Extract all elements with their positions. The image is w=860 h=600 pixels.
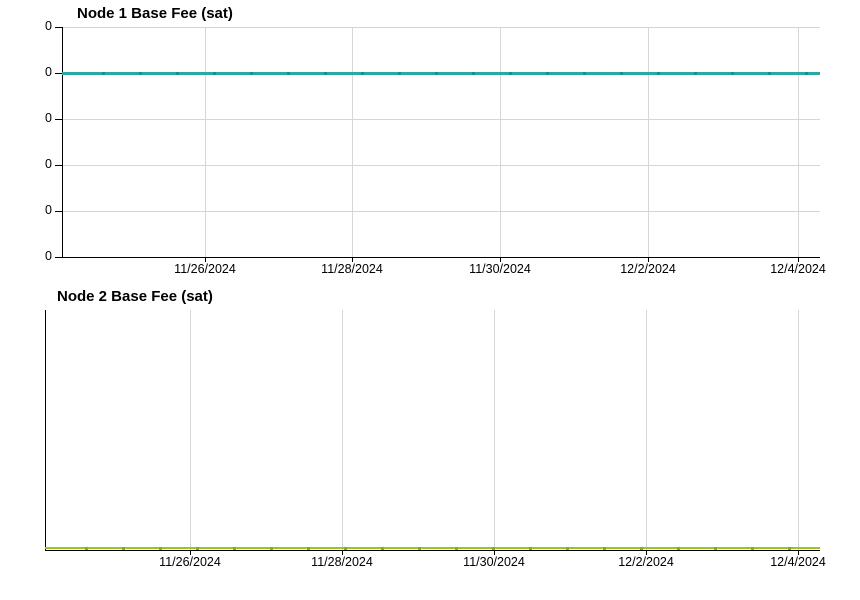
series-marker — [307, 546, 310, 550]
y-tick-mark — [55, 165, 62, 166]
series-marker — [492, 546, 495, 550]
series-marker — [677, 546, 680, 550]
series-marker — [751, 546, 754, 550]
x-gridline — [798, 310, 799, 550]
series-marker — [546, 71, 549, 75]
x-gridline — [648, 27, 649, 257]
x-tick-label: 12/4/2024 — [770, 262, 826, 276]
series-marker — [213, 71, 216, 75]
y-tick-mark — [55, 119, 62, 120]
x-gridline — [798, 27, 799, 257]
series-marker — [640, 546, 643, 550]
y-tick-mark — [55, 257, 62, 258]
y-gridline — [62, 27, 820, 28]
x-tick-label: 11/28/2024 — [311, 555, 373, 569]
series-marker — [398, 71, 401, 75]
series-marker — [250, 71, 253, 75]
series-marker — [139, 71, 142, 75]
y-tick-label: 0 — [45, 249, 52, 263]
series-marker — [583, 71, 586, 75]
x-gridline — [352, 27, 353, 257]
series-marker — [102, 71, 105, 75]
chart-title-node2: Node 2 Base Fee (sat) — [57, 288, 213, 305]
x-gridline — [342, 310, 343, 550]
x-gridline — [205, 27, 206, 257]
x-tick-label: 11/26/2024 — [174, 262, 236, 276]
x-tick-label: 11/30/2024 — [469, 262, 531, 276]
series-marker — [435, 71, 438, 75]
series-marker — [381, 546, 384, 550]
x-gridline — [500, 27, 501, 257]
y-tick-mark — [55, 73, 62, 74]
series-marker — [657, 71, 660, 75]
y-tick-label: 0 — [45, 203, 52, 217]
series-marker — [122, 546, 125, 550]
y-gridline — [62, 211, 820, 212]
x-tick-label: 11/26/2024 — [159, 555, 221, 569]
series-marker — [233, 546, 236, 550]
chart-title-node1: Node 1 Base Fee (sat) — [77, 5, 233, 22]
x-tick-label: 12/2/2024 — [618, 555, 674, 569]
series-marker — [85, 546, 88, 550]
y-gridline — [62, 165, 820, 166]
series-marker — [472, 71, 475, 75]
series-marker — [455, 546, 458, 550]
series-marker — [176, 71, 179, 75]
x-axis-line — [45, 550, 820, 551]
series-marker — [418, 546, 421, 550]
y-tick-label: 0 — [45, 157, 52, 171]
y-gridline — [62, 119, 820, 120]
y-tick-label: 0 — [45, 111, 52, 125]
y-tick-mark — [55, 27, 62, 28]
series-marker — [768, 71, 771, 75]
x-gridline — [494, 310, 495, 550]
x-tick-label: 12/4/2024 — [770, 555, 826, 569]
x-gridline — [190, 310, 191, 550]
series-marker — [731, 71, 734, 75]
charts-dashboard: Node 1 Base Fee (sat) Node 2 Base Fee (s… — [0, 0, 860, 600]
y-tick-mark — [55, 211, 62, 212]
series-marker — [509, 71, 512, 75]
y-tick-label: 0 — [45, 65, 52, 79]
series-marker — [714, 546, 717, 550]
x-tick-label: 11/30/2024 — [463, 555, 525, 569]
series-marker — [620, 71, 623, 75]
series-marker — [159, 546, 162, 550]
y-tick-label: 0 — [45, 19, 52, 33]
series-marker — [694, 71, 697, 75]
x-gridline — [646, 310, 647, 550]
series-marker — [287, 71, 290, 75]
series-marker — [361, 71, 364, 75]
series-marker — [324, 71, 327, 75]
series-marker — [566, 546, 569, 550]
series-marker — [603, 546, 606, 550]
series-marker — [788, 546, 791, 550]
x-axis-line — [62, 257, 820, 258]
series-marker — [270, 546, 273, 550]
series-marker — [344, 546, 347, 550]
series-marker — [529, 546, 532, 550]
series-marker — [805, 71, 808, 75]
y-axis-line — [62, 27, 63, 258]
y-axis-line — [45, 310, 46, 551]
x-tick-label: 11/28/2024 — [321, 262, 383, 276]
x-tick-label: 12/2/2024 — [620, 262, 676, 276]
series-marker — [196, 546, 199, 550]
